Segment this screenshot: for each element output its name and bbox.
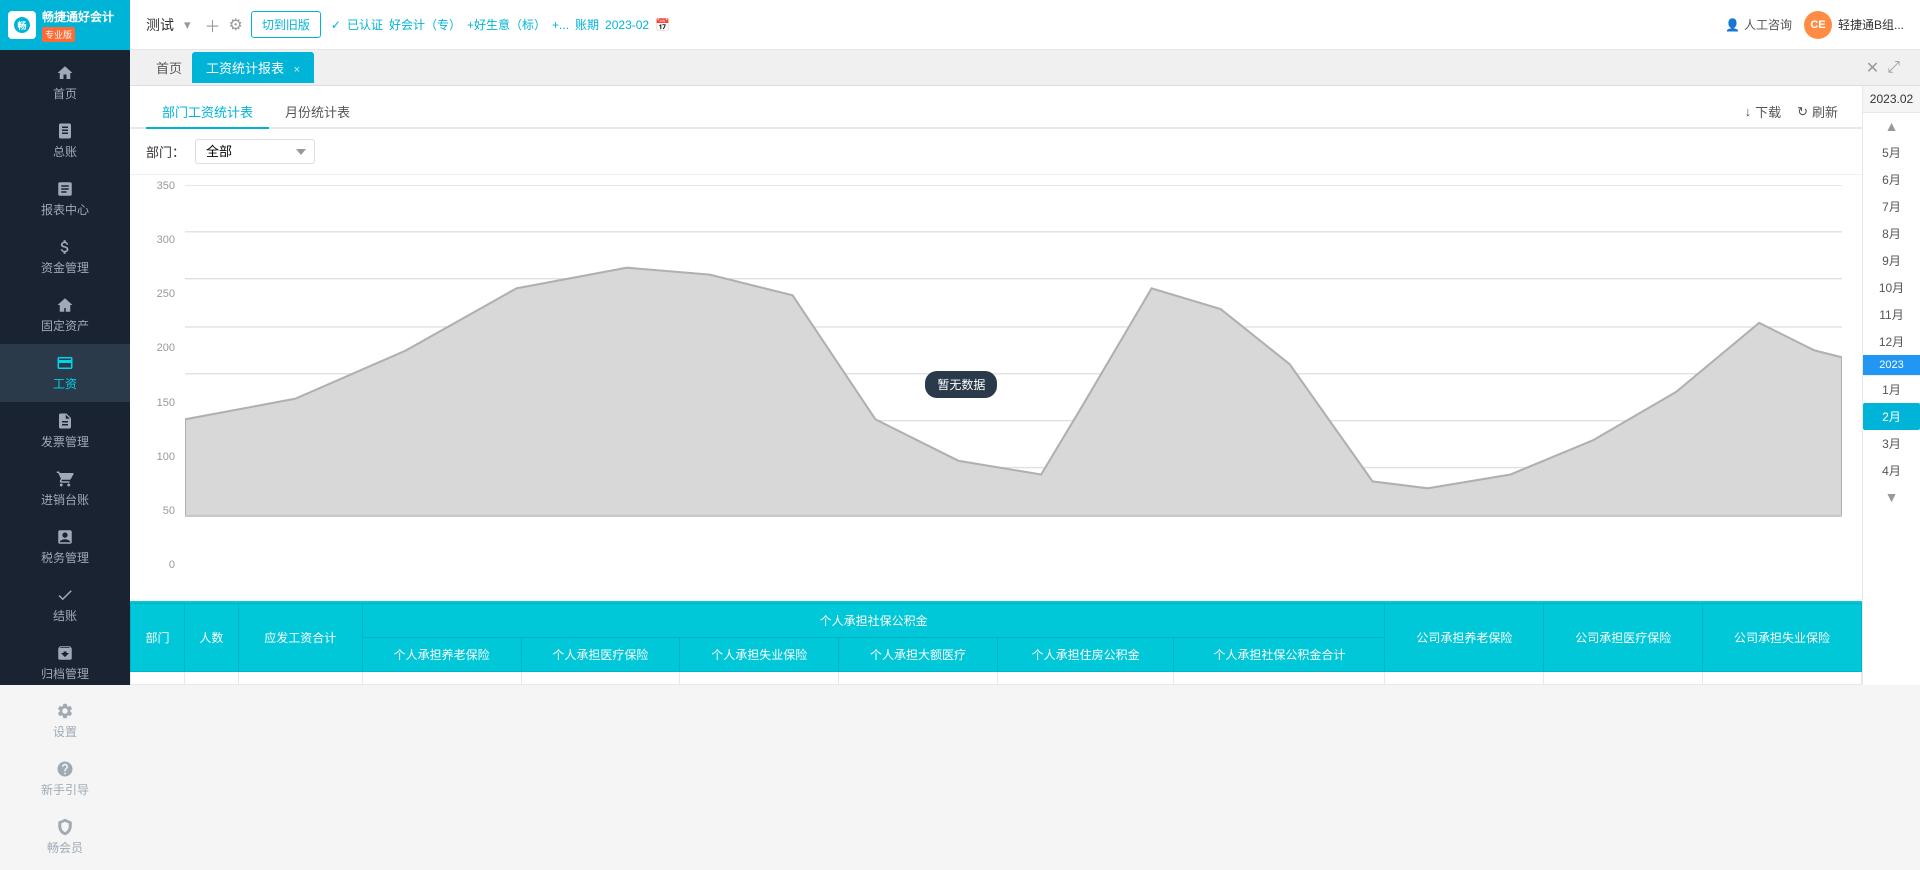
year-next-btn[interactable]: ▼ xyxy=(1863,484,1920,510)
topbar-actions: ＋ ⚙ 切到旧版 xyxy=(205,11,321,38)
sidebar-item-invoice[interactable]: 发票管理 xyxy=(0,402,130,460)
y-label-50: 50 xyxy=(135,505,175,517)
th-personal-unemployment: 个人承担失业保险 xyxy=(680,638,839,672)
help-btn[interactable]: 👤 人工咨询 xyxy=(1725,16,1792,33)
month-10[interactable]: 10月 xyxy=(1863,274,1920,301)
y-label-150: 150 xyxy=(135,397,175,409)
sidebar-nav: 首页 总账 报表中心 资金管理 固定资产 工资 发票管理 xyxy=(0,50,130,870)
logo-icon: 畅 xyxy=(8,11,36,39)
app-logo: 畅 畅捷通好会计 专业版 xyxy=(0,0,130,50)
left-panel: 部门工资统计表 月份统计表 ↓ 下载 ↻ 刷新 部门： xyxy=(130,86,1862,685)
month-9[interactable]: 9月 xyxy=(1863,247,1920,274)
year-2023-label: 2023 xyxy=(1863,355,1920,376)
tab-salary-report[interactable]: 工资统计报表 × xyxy=(192,52,314,83)
sidebar-item-ledger[interactable]: 总账 xyxy=(0,112,130,170)
sub-tab-dept[interactable]: 部门工资统计表 xyxy=(146,96,269,129)
y-label-350: 350 xyxy=(135,180,175,192)
year-nav: ▲ 5月 6月 7月 8月 9月 10月 11月 12月 2023 1月 2月 … xyxy=(1863,113,1920,510)
svg-text:畅: 畅 xyxy=(17,20,26,31)
month-3[interactable]: 3月 xyxy=(1863,430,1920,457)
user-name[interactable]: 轻捷通B组... xyxy=(1838,16,1904,33)
refresh-icon: ↻ xyxy=(1797,104,1808,120)
add-icon[interactable]: ＋ xyxy=(205,13,221,37)
sidebar-item-checkout[interactable]: 结账 xyxy=(0,576,130,634)
sidebar-item-member[interactable]: 畅会员 xyxy=(0,808,130,866)
window-close-icon[interactable]: ✕ xyxy=(1862,54,1883,82)
th-company-unemployment: 公司承担失业保险 xyxy=(1703,604,1862,672)
tab-home[interactable]: 首页 xyxy=(146,52,192,83)
th-personal-medical: 个人承担医疗保险 xyxy=(521,638,680,672)
settings-icon[interactable]: ⚙ xyxy=(229,15,243,35)
month-1[interactable]: 1月 xyxy=(1863,376,1920,403)
month-2-active[interactable]: 2月 xyxy=(1863,403,1920,430)
th-personal-major-medical: 个人承担大额医疗 xyxy=(839,638,998,672)
dept-select[interactable]: 全部 xyxy=(195,139,315,164)
user-area: CE 轻捷通B组... xyxy=(1804,11,1904,39)
toolbar-left: 部门： 全部 xyxy=(146,139,315,164)
th-dept: 部门 xyxy=(131,604,185,672)
y-label-250: 250 xyxy=(135,288,175,300)
y-axis: 0 50 100 150 200 250 300 350 xyxy=(135,180,175,571)
dept-label: 部门： xyxy=(146,142,185,161)
topbar-status: ✓ 已认证 好会计（专） +好生意（标） +... 账期 2023-02 📅 xyxy=(331,16,670,33)
th-personal-pension: 个人承担养老保险 xyxy=(362,638,521,672)
th-count: 人数 xyxy=(184,604,238,672)
logo-text: 畅捷通好会计 专业版 xyxy=(42,8,114,42)
tab-close-btn[interactable]: × xyxy=(294,64,300,76)
sidebar-item-settings[interactable]: 设置 xyxy=(0,692,130,750)
month-7[interactable]: 7月 xyxy=(1863,193,1920,220)
sidebar-item-archive[interactable]: 归档管理 xyxy=(0,634,130,692)
sidebar-item-tax[interactable]: 税务管理 xyxy=(0,518,130,576)
sidebar-item-home[interactable]: 首页 xyxy=(0,54,130,112)
chart-area: 0 50 100 150 200 250 300 350 xyxy=(130,175,1862,601)
th-total-salary: 应发工资合计 xyxy=(238,604,362,672)
month-11[interactable]: 11月 xyxy=(1863,301,1920,328)
month-12[interactable]: 12月 xyxy=(1863,328,1920,355)
tabbar: 首页 工资统计报表 × ✕ ⤢ xyxy=(130,50,1920,86)
sidebar-item-salary[interactable]: 工资 xyxy=(0,344,130,402)
sidebar-item-trade[interactable]: 进销台账 xyxy=(0,460,130,518)
sidebar-item-guide[interactable]: 新手引导 xyxy=(0,750,130,808)
month-5[interactable]: 5月 xyxy=(1863,139,1920,166)
month-8[interactable]: 8月 xyxy=(1863,220,1920,247)
bottom-table: 部门 人数 应发工资合计 个人承担社保公积金 公司承担养老保险 公司承担医疗保险… xyxy=(130,601,1862,685)
th-company-pension: 公司承担养老保险 xyxy=(1385,604,1544,672)
year-display: 2023.02 xyxy=(1863,86,1920,113)
company-dropdown-icon[interactable]: ▾ xyxy=(184,17,191,33)
table-row xyxy=(131,672,1862,685)
month-6[interactable]: 6月 xyxy=(1863,166,1920,193)
refresh-btn[interactable]: ↻ 刷新 xyxy=(1789,98,1846,125)
th-company-medical: 公司承担医疗保险 xyxy=(1544,604,1703,672)
sidebar: 畅 畅捷通好会计 专业版 首页 总账 报表中心 资金管理 固定 xyxy=(0,0,130,685)
switch-old-btn[interactable]: 切到旧版 xyxy=(251,11,321,38)
sidebar-item-funds[interactable]: 资金管理 xyxy=(0,228,130,286)
th-personal-insurance-group: 个人承担社保公积金 xyxy=(362,604,1385,638)
month-4[interactable]: 4月 xyxy=(1863,457,1920,484)
user-avatar: CE xyxy=(1804,11,1832,39)
sub-tabs: 部门工资统计表 月份统计表 ↓ 下载 ↻ 刷新 xyxy=(130,86,1862,129)
y-label-300: 300 xyxy=(135,234,175,246)
content-area: 部门工资统计表 月份统计表 ↓ 下载 ↻ 刷新 部门： xyxy=(130,86,1920,685)
sidebar-item-reports[interactable]: 报表中心 xyxy=(0,170,130,228)
main-content: 测试 ▾ ＋ ⚙ 切到旧版 ✓ 已认证 好会计（专） +好生意（标） +... … xyxy=(130,0,1920,685)
year-prev-btn[interactable]: ▲ xyxy=(1863,113,1920,139)
chart-svg xyxy=(185,185,1842,571)
th-personal-insurance-total: 个人承担社保公积金合计 xyxy=(1174,638,1385,672)
sub-tab-monthly[interactable]: 月份统计表 xyxy=(269,96,366,129)
calendar-icon[interactable]: 📅 xyxy=(655,18,670,32)
th-personal-housing-fund: 个人承担住房公积金 xyxy=(997,638,1173,672)
y-label-200: 200 xyxy=(135,342,175,354)
toolbar: 部门： 全部 xyxy=(130,129,1862,175)
year-panel: 2023.02 ▲ 5月 6月 7月 8月 9月 10月 11月 12月 202… xyxy=(1862,86,1920,685)
y-label-0: 0 xyxy=(135,559,175,571)
download-btn[interactable]: ↓ 下载 xyxy=(1737,98,1790,125)
download-icon: ↓ xyxy=(1745,104,1752,119)
topbar: 测试 ▾ ＋ ⚙ 切到旧版 ✓ 已认证 好会计（专） +好生意（标） +... … xyxy=(130,0,1920,50)
company-name: 测试 xyxy=(146,15,174,35)
y-label-100: 100 xyxy=(135,451,175,463)
topbar-right: 👤 人工咨询 CE 轻捷通B组... xyxy=(1725,11,1904,39)
sidebar-item-assets[interactable]: 固定资产 xyxy=(0,286,130,344)
window-expand-icon[interactable]: ⤢ xyxy=(1883,55,1904,81)
